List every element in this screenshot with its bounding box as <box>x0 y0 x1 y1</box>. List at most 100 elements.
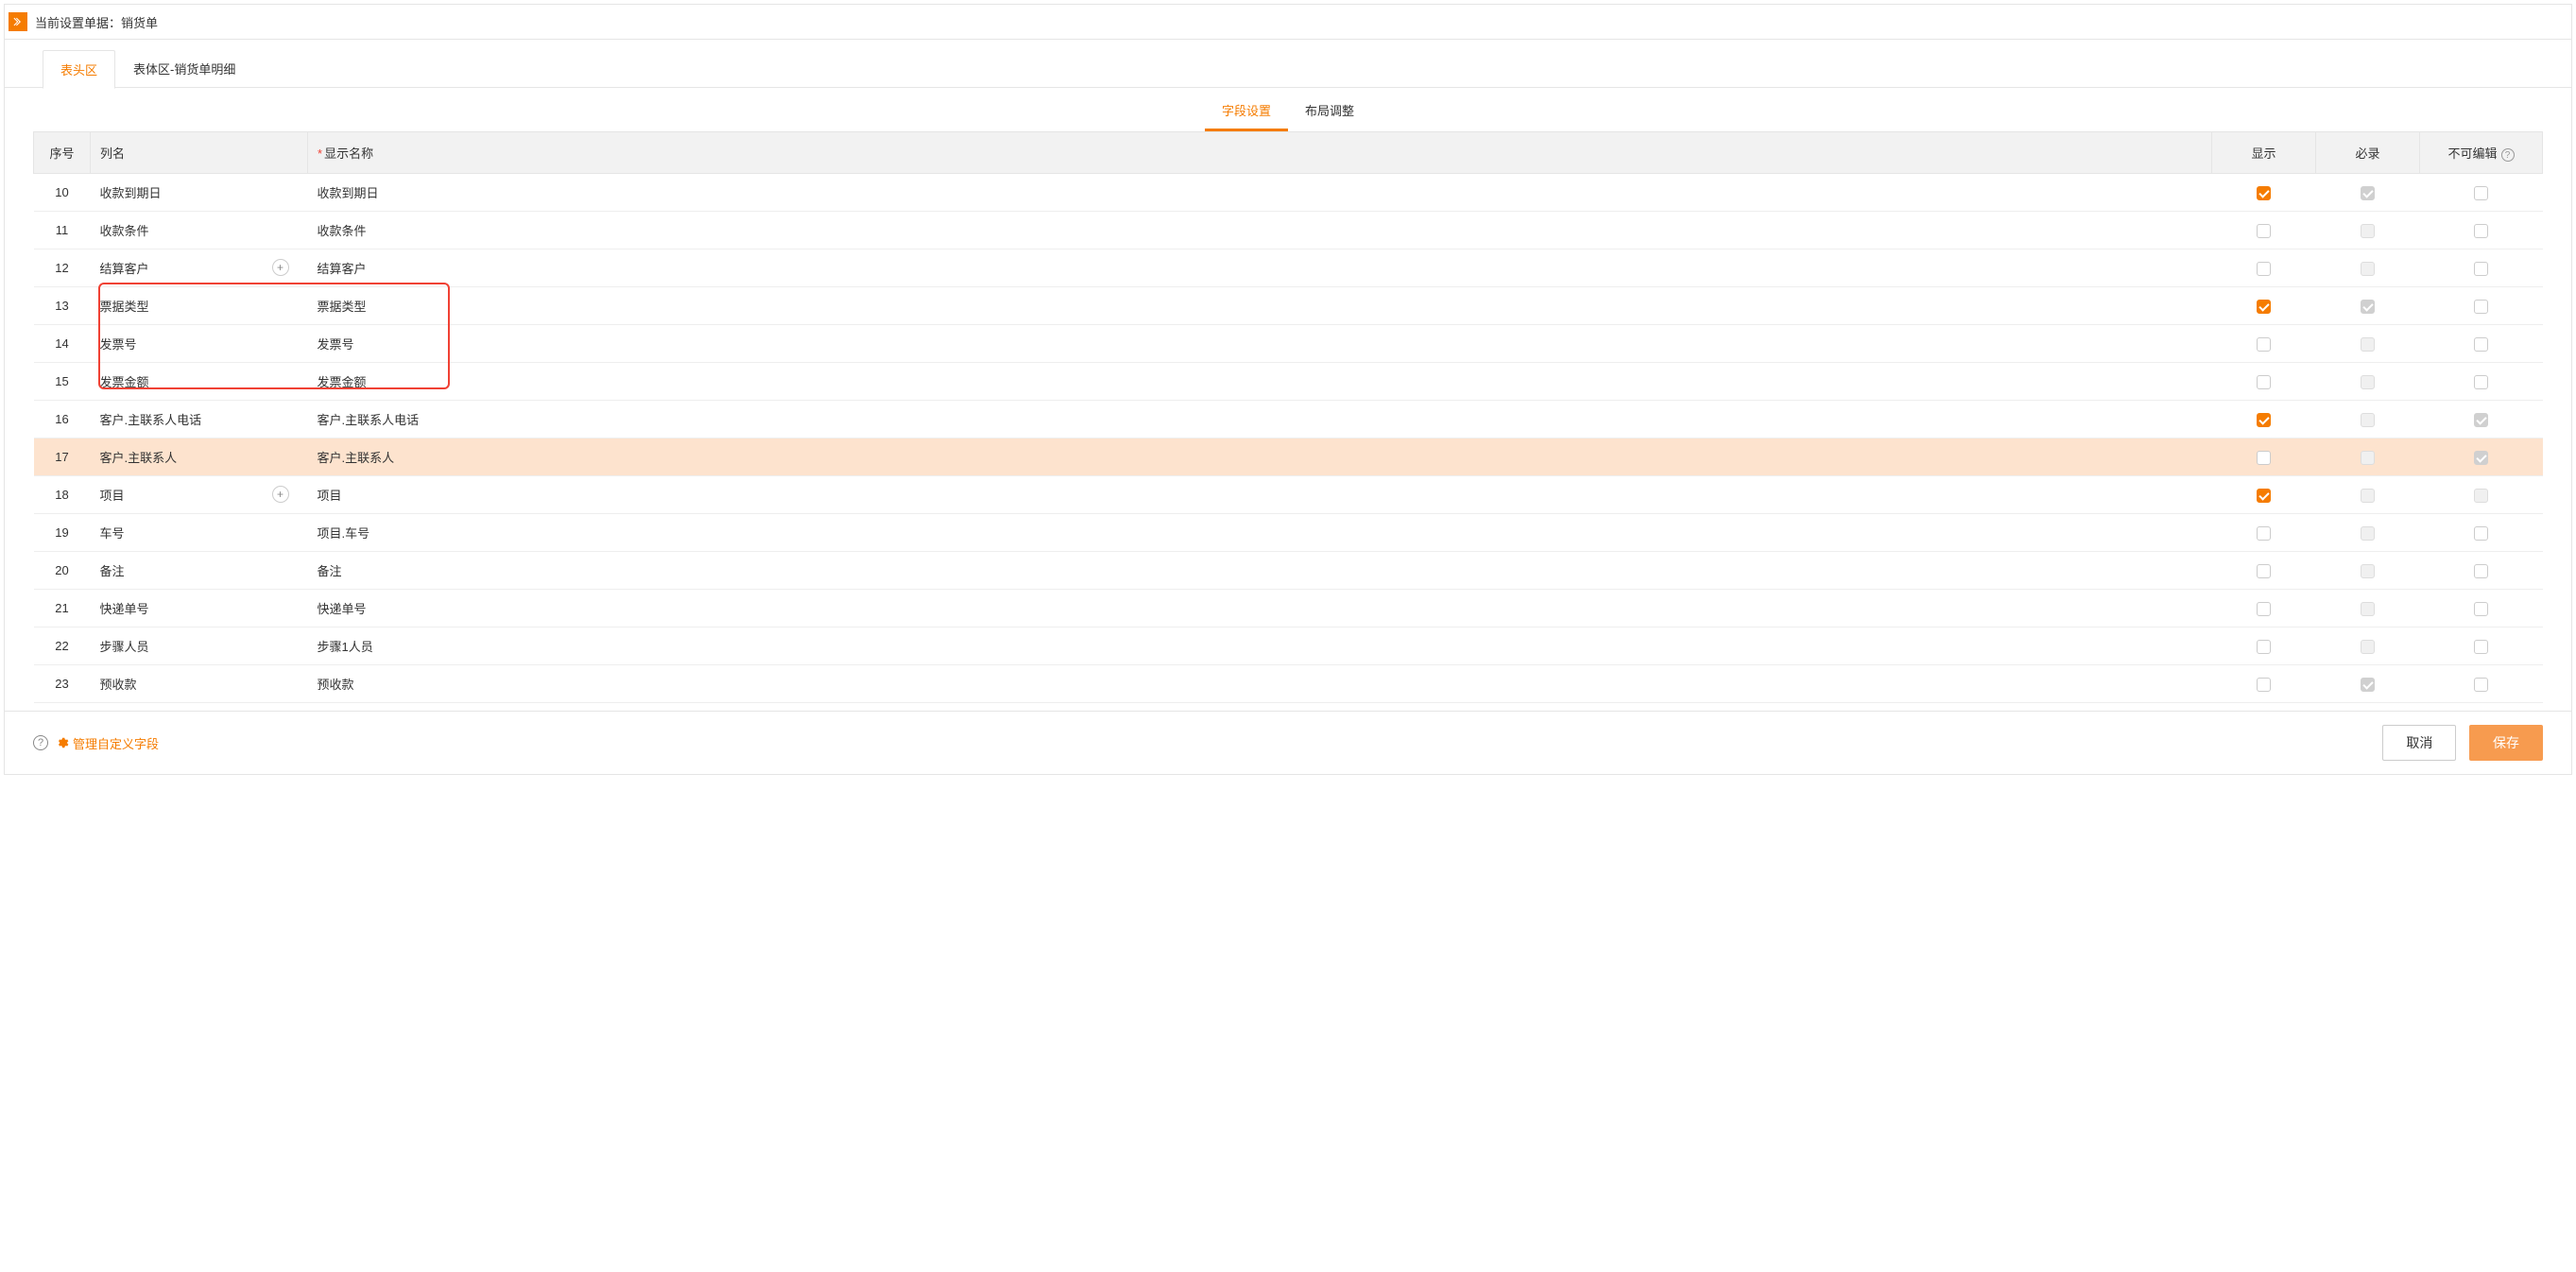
expand-sidebar-button[interactable] <box>9 12 27 31</box>
cell-display-name[interactable]: 预收款 <box>308 665 2212 703</box>
checkbox-readonly[interactable] <box>2474 300 2488 314</box>
add-sub-field-button[interactable]: + <box>272 259 289 276</box>
checkbox-show[interactable] <box>2257 186 2271 200</box>
checkbox-required <box>2361 678 2375 692</box>
checkbox-required <box>2361 526 2375 541</box>
cell-readonly <box>2420 212 2543 249</box>
cell-required <box>2316 287 2420 325</box>
cell-readonly <box>2420 401 2543 438</box>
cell-name: 步骤人员 <box>91 627 308 665</box>
cell-display-name[interactable]: 快递单号 <box>308 590 2212 627</box>
cell-display-name[interactable]: 结算客户 <box>308 249 2212 287</box>
cell-display-name[interactable]: 收款条件 <box>308 212 2212 249</box>
cell-name: 结算客户+ <box>91 249 308 287</box>
checkbox-readonly <box>2474 413 2488 427</box>
col-header-readonly: 不可编辑? <box>2420 132 2543 174</box>
field-table-wrap: 序号 列名 *显示名称 显示 必录 不可编辑? 10收款到期日收款到期日11收款… <box>5 131 2571 703</box>
cell-seq: 12 <box>34 249 91 287</box>
tab-main-1[interactable]: 表体区-销货单明细 <box>115 49 253 88</box>
cell-readonly <box>2420 249 2543 287</box>
checkbox-readonly[interactable] <box>2474 375 2488 389</box>
footer-help-icon[interactable]: ? <box>33 735 48 750</box>
cell-name: 发票号 <box>91 325 308 363</box>
checkbox-readonly[interactable] <box>2474 678 2488 692</box>
cell-name: 备注 <box>91 552 308 590</box>
cell-name: 票据类型 <box>91 287 308 325</box>
cell-display-name[interactable]: 项目 <box>308 476 2212 514</box>
cell-show <box>2212 514 2316 552</box>
cell-display-name[interactable]: 客户.主联系人 <box>308 438 2212 476</box>
cell-show <box>2212 287 2316 325</box>
checkbox-readonly[interactable] <box>2474 224 2488 238</box>
cell-required <box>2316 401 2420 438</box>
cancel-button[interactable]: 取消 <box>2382 725 2456 761</box>
tab-sub-0[interactable]: 字段设置 <box>1205 101 1288 131</box>
checkbox-readonly[interactable] <box>2474 640 2488 654</box>
cell-display-name[interactable]: 发票号 <box>308 325 2212 363</box>
checkbox-show[interactable] <box>2257 564 2271 578</box>
manage-custom-fields-link[interactable]: 管理自定义字段 <box>56 734 159 752</box>
add-sub-field-button[interactable]: + <box>272 486 289 503</box>
cell-show <box>2212 552 2316 590</box>
cell-seq: 11 <box>34 212 91 249</box>
cell-readonly <box>2420 627 2543 665</box>
tab-main-0[interactable]: 表头区 <box>43 50 115 89</box>
checkbox-required <box>2361 602 2375 616</box>
cell-show <box>2212 174 2316 212</box>
save-button[interactable]: 保存 <box>2469 725 2543 761</box>
checkbox-show[interactable] <box>2257 337 2271 352</box>
checkbox-readonly <box>2474 451 2488 465</box>
cell-required <box>2316 212 2420 249</box>
checkbox-required <box>2361 451 2375 465</box>
checkbox-show[interactable] <box>2257 640 2271 654</box>
table-row: 12结算客户+结算客户 <box>34 249 2543 287</box>
checkbox-readonly[interactable] <box>2474 526 2488 541</box>
checkbox-readonly[interactable] <box>2474 186 2488 200</box>
main-tabs: 表头区表体区-销货单明细 <box>43 49 2571 88</box>
cell-display-name[interactable]: 备注 <box>308 552 2212 590</box>
checkbox-show[interactable] <box>2257 526 2271 541</box>
cell-show <box>2212 249 2316 287</box>
cell-readonly <box>2420 363 2543 401</box>
cell-show <box>2212 325 2316 363</box>
tab-sub-1[interactable]: 布局调整 <box>1288 101 1371 131</box>
checkbox-show[interactable] <box>2257 413 2271 427</box>
cell-display-name[interactable]: 票据类型 <box>308 287 2212 325</box>
checkbox-show[interactable] <box>2257 451 2271 465</box>
cell-display-name[interactable]: 收款到期日 <box>308 174 2212 212</box>
cell-seq: 14 <box>34 325 91 363</box>
cell-show <box>2212 212 2316 249</box>
checkbox-show[interactable] <box>2257 489 2271 503</box>
checkbox-readonly[interactable] <box>2474 337 2488 352</box>
table-row: 18项目+项目 <box>34 476 2543 514</box>
checkbox-readonly[interactable] <box>2474 564 2488 578</box>
checkbox-required <box>2361 224 2375 238</box>
checkbox-readonly[interactable] <box>2474 262 2488 276</box>
cell-display-name[interactable]: 发票金额 <box>308 363 2212 401</box>
table-row: 11收款条件收款条件 <box>34 212 2543 249</box>
cell-required <box>2316 325 2420 363</box>
col-header-seq: 序号 <box>34 132 91 174</box>
cell-show <box>2212 363 2316 401</box>
checkbox-show[interactable] <box>2257 678 2271 692</box>
cell-name: 预收款 <box>91 665 308 703</box>
checkbox-show[interactable] <box>2257 262 2271 276</box>
cell-display-name[interactable]: 步骤1人员 <box>308 627 2212 665</box>
checkbox-show[interactable] <box>2257 224 2271 238</box>
checkbox-required <box>2361 375 2375 389</box>
cell-show <box>2212 590 2316 627</box>
help-icon[interactable]: ? <box>2501 148 2515 162</box>
checkbox-show[interactable] <box>2257 300 2271 314</box>
cell-required <box>2316 438 2420 476</box>
checkbox-show[interactable] <box>2257 602 2271 616</box>
cell-name: 发票金额 <box>91 363 308 401</box>
checkbox-show[interactable] <box>2257 375 2271 389</box>
cell-seq: 21 <box>34 590 91 627</box>
checkbox-required <box>2361 262 2375 276</box>
cell-seq: 15 <box>34 363 91 401</box>
checkbox-readonly[interactable] <box>2474 602 2488 616</box>
cell-display-name[interactable]: 客户.主联系人电话 <box>308 401 2212 438</box>
checkbox-required <box>2361 300 2375 314</box>
cell-show <box>2212 627 2316 665</box>
cell-display-name[interactable]: 项目.车号 <box>308 514 2212 552</box>
